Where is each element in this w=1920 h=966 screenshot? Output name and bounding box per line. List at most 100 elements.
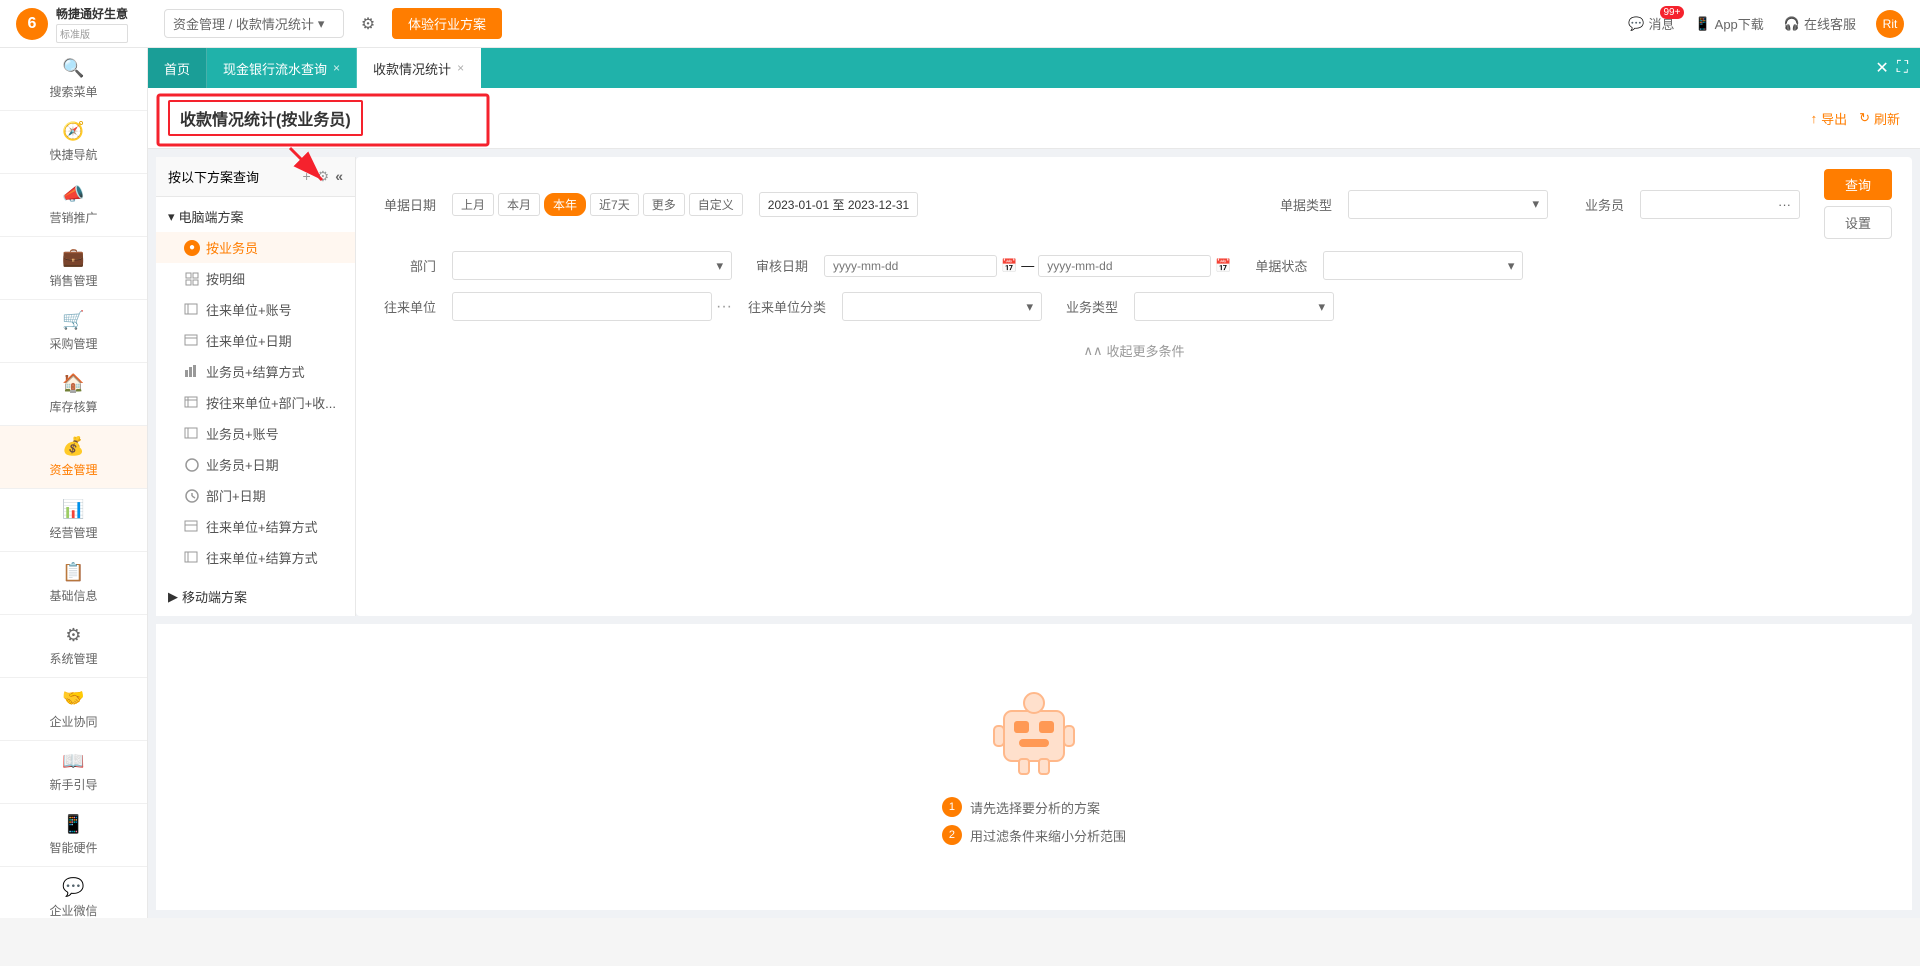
inventory-icon: 🏠 (62, 373, 84, 394)
date-btn-this-year[interactable]: 本年 (544, 193, 586, 216)
page-content: 收款情况统计(按业务员) ↑ 导出 ↻ 刷新 按以下 (148, 88, 1920, 918)
counterpart-more-icon[interactable]: ··· (716, 298, 732, 316)
business-type-select[interactable]: ▾ (1134, 292, 1334, 321)
step-num-1: 1 (942, 797, 962, 817)
settings-button[interactable]: 设置 (1824, 206, 1892, 239)
messages-button[interactable]: 💬 消息 99+ (1628, 14, 1674, 33)
sidebar-item-purchase[interactable]: 🛒 采购管理 (0, 300, 147, 363)
voucher-status-label: 单据状态 (1247, 256, 1307, 275)
filter-panel: 单据日期 上月 本月 本年 近7天 更多 自定义 2023-01-01 至 20… (356, 157, 1912, 616)
sidebar-item-search[interactable]: 🔍 搜索菜单 (0, 48, 147, 111)
refresh-label: 刷新 (1874, 109, 1900, 128)
sidebar-item-guide[interactable]: 📖 新手引导 (0, 741, 147, 804)
date-btn-custom[interactable]: 自定义 (689, 193, 743, 216)
counterpart-category-select[interactable]: ▾ (842, 292, 1042, 321)
settings-gear-icon: ⚙ (361, 14, 375, 34)
logo-text: 畅捷通好生意 (56, 5, 128, 22)
sidebar-item-wechat[interactable]: 💬 企业微信 (0, 867, 147, 918)
tab-bar-right: ✕ ⛶ (1875, 58, 1920, 78)
audit-date-from[interactable] (824, 255, 997, 277)
step-2-text: 用过滤条件来缩小分析范围 (970, 826, 1126, 845)
audit-date-to[interactable] (1038, 255, 1211, 277)
sidebar-item-sales[interactable]: 💼 销售管理 (0, 237, 147, 300)
sidebar-item-nav[interactable]: 🧭 快捷导航 (0, 111, 147, 174)
export-button[interactable]: ↑ 导出 (1811, 109, 1848, 128)
scheme-item-counterpart-account[interactable]: 往来单位+账号 (156, 294, 355, 325)
tab-home-label: 首页 (164, 59, 190, 78)
salesperson-value (1649, 195, 1662, 214)
business-type-value (1143, 297, 1156, 316)
counterpart-select[interactable] (452, 292, 712, 321)
tab-expand-btn[interactable]: ⛶ (1897, 59, 1908, 77)
scheme-item-detail[interactable]: 按明细 (156, 263, 355, 294)
scheme-group-pc-header[interactable]: ▾ 电脑端方案 (156, 201, 355, 232)
date-btn-more[interactable]: 更多 (643, 193, 685, 216)
counterpart-input-group: ··· (452, 292, 732, 321)
app-download-button[interactable]: 📱 App下载 (1694, 14, 1763, 33)
trial-button[interactable]: 体验行业方案 (392, 8, 502, 39)
counterpart-category-chevron: ▾ (1026, 299, 1033, 315)
dept-select[interactable]: ▾ (452, 251, 732, 280)
sidebar-label-operations: 经营管理 (49, 524, 97, 541)
sidebar-item-basics[interactable]: 📋 基础信息 (0, 552, 147, 615)
sidebar-item-hardware[interactable]: 📱 智能硬件 (0, 804, 147, 867)
wechat-icon: 💬 (62, 877, 84, 898)
scheme-item-salesperson-account[interactable]: 业务员+账号 (156, 418, 355, 449)
salesperson-select[interactable]: ··· (1640, 190, 1800, 219)
scheme-group-mobile: ▶ 移动端方案 (156, 577, 355, 616)
user-avatar[interactable]: Rit (1876, 10, 1904, 38)
scheme-item-counterpart-settlement2[interactable]: 往来单位+结算方式 (156, 542, 355, 573)
filter-scheme-area: 按以下方案查询 + ⚙ « ▾ 电脑端方案 (156, 157, 1912, 616)
sidebar-item-collab[interactable]: 🤝 企业协同 (0, 678, 147, 741)
date-btn-7days[interactable]: 近7天 (590, 193, 639, 216)
calendar-icon-from: 📅 (1001, 258, 1017, 274)
sidebar-item-operations[interactable]: 📊 经营管理 (0, 489, 147, 552)
purchase-icon: 🛒 (62, 310, 84, 331)
tab-bank-flow[interactable]: 现金银行流水查询 × (207, 48, 357, 88)
operations-icon: 📊 (62, 499, 84, 520)
circle-gray-icon (184, 457, 200, 473)
scheme-item-dept-date[interactable]: 部门+日期 (156, 480, 355, 511)
scheme-item-by-salesperson[interactable]: ● 按业务员 (156, 232, 355, 263)
guide-icon: 📖 (62, 751, 84, 772)
sidebar-item-inventory[interactable]: 🏠 库存核算 (0, 363, 147, 426)
scheme-collapse-icon[interactable]: « (335, 168, 343, 185)
chevron-right-icon: ▶ (168, 589, 178, 605)
date-btn-this-month[interactable]: 本月 (498, 193, 540, 216)
voucher-status-select[interactable]: ▾ (1323, 251, 1523, 280)
scheme-add-icon[interactable]: + (302, 168, 310, 185)
tab-close-all-btn[interactable]: ✕ (1875, 58, 1888, 78)
sidebar-item-marketing[interactable]: 📣 营销推广 (0, 174, 147, 237)
business-type-label: 业务类型 (1058, 297, 1118, 316)
tab-payment-stats[interactable]: 收款情况统计 × (357, 48, 481, 88)
sidebar-item-finance[interactable]: 💰 资金管理 (0, 426, 147, 489)
tab-payment-stats-close[interactable]: × (457, 61, 464, 75)
settings-icon-btn[interactable]: ⚙ (352, 8, 384, 40)
tab-bank-flow-close[interactable]: × (333, 61, 340, 75)
scheme-item-salesperson-settlement[interactable]: 业务员+结算方式 (156, 356, 355, 387)
scheme-settings-icon[interactable]: ⚙ (317, 168, 330, 185)
voucher-type-select[interactable]: ▾ (1348, 190, 1548, 219)
salesperson-label: 业务员 (1564, 195, 1624, 214)
tab-home[interactable]: 首页 (148, 48, 207, 88)
counterpart-dept-icon (184, 395, 200, 411)
scheme-item-counterpart-settlement1[interactable]: 往来单位+结算方式 (156, 511, 355, 542)
scheme-group-mobile-header[interactable]: ▶ 移动端方案 (156, 581, 355, 612)
date-btn-last-month[interactable]: 上月 (452, 193, 494, 216)
scheme-item-counterpart-date[interactable]: 往来单位+日期 (156, 325, 355, 356)
audit-date-range: 📅 — 📅 (824, 255, 1231, 277)
calendar-icon-to: 📅 (1215, 258, 1231, 274)
sidebar-item-system[interactable]: ⚙ 系统管理 (0, 615, 147, 678)
hardware-icon: 📱 (62, 814, 84, 835)
scheme-item-salesperson-date[interactable]: 业务员+日期 (156, 449, 355, 480)
scheme-item-counterpart-dept[interactable]: 按往来单位+部门+收... (156, 387, 355, 418)
query-action-buttons: 查询 设置 (1824, 169, 1892, 239)
online-service-label: 在线客服 (1804, 14, 1856, 33)
refresh-button[interactable]: ↻ 刷新 (1859, 109, 1900, 128)
collapse-chevron-icon: ∧∧ (1083, 343, 1102, 359)
collapse-more-conditions[interactable]: ∧∧ 收起更多条件 (376, 333, 1892, 368)
tab-bar: 首页 现金银行流水查询 × 收款情况统计 × ✕ ⛶ (148, 48, 1920, 88)
breadcrumb[interactable]: 资金管理 / 收款情况统计 ▾ (164, 9, 344, 38)
query-button[interactable]: 查询 (1824, 169, 1892, 200)
online-service-button[interactable]: 🎧 在线客服 (1784, 14, 1856, 33)
